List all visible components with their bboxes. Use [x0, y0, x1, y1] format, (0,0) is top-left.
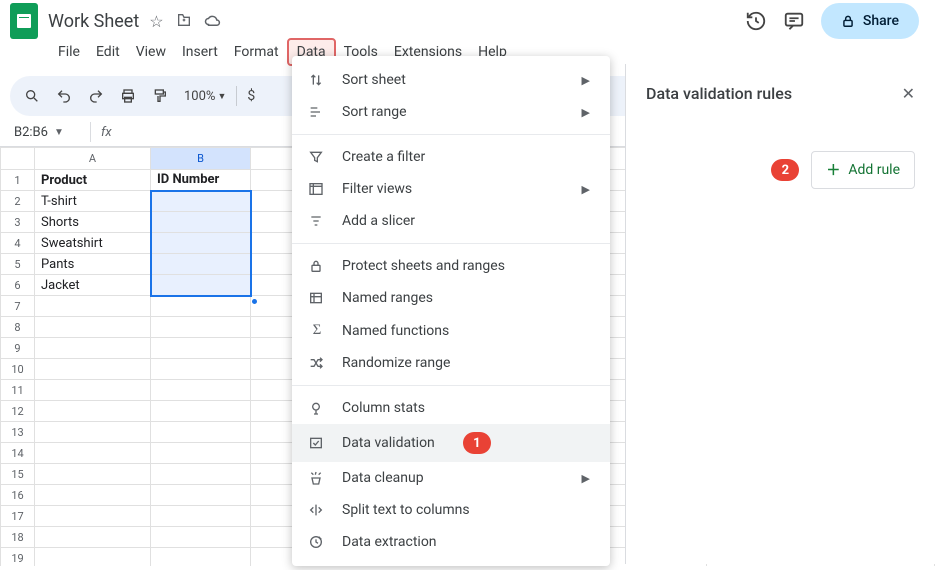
move-icon[interactable] [176, 12, 192, 31]
cell[interactable] [151, 254, 251, 275]
validation-icon [308, 435, 326, 451]
cell[interactable]: Jacket [35, 275, 151, 296]
undo-icon[interactable] [56, 88, 78, 104]
extraction-icon [308, 534, 326, 550]
stats-icon [308, 400, 326, 416]
named-ranges-icon [308, 290, 326, 306]
data-validation-panel: Data validation rules ✕ 2 ＋ Add rule [625, 64, 935, 564]
filter-views-icon [308, 181, 326, 197]
cell[interactable] [151, 191, 251, 212]
cell[interactable]: Sweatshirt [35, 233, 151, 254]
col-header-b[interactable]: B [151, 148, 251, 170]
row-header[interactable]: 2 [1, 191, 35, 212]
menu-named-ranges[interactable]: Named ranges [292, 282, 610, 314]
menu-add-slicer[interactable]: Add a slicer [292, 205, 610, 237]
split-icon [308, 502, 326, 518]
menu-file[interactable]: File [50, 40, 88, 64]
close-icon[interactable]: ✕ [902, 84, 915, 103]
print-icon[interactable] [120, 88, 142, 104]
cell[interactable] [151, 233, 251, 254]
history-icon[interactable] [745, 10, 767, 32]
cell[interactable] [151, 212, 251, 233]
menu-filter-views[interactable]: Filter views▶ [292, 173, 610, 205]
row-header[interactable]: 6 [1, 275, 35, 296]
star-icon[interactable]: ☆ [149, 12, 163, 31]
submenu-arrow-icon: ▶ [582, 183, 590, 196]
menu-sort-range[interactable]: Sort range▶ [292, 96, 610, 128]
cell[interactable]: T-shirt [35, 191, 151, 212]
menu-edit[interactable]: Edit [88, 40, 128, 64]
cell[interactable]: Product [35, 170, 151, 191]
protect-icon [308, 258, 326, 274]
cell[interactable]: Pants [35, 254, 151, 275]
callout-badge-2: 2 [771, 159, 799, 181]
cell[interactable]: Shorts [35, 212, 151, 233]
menu-randomize[interactable]: Randomize range [292, 347, 610, 379]
menu-data-cleanup[interactable]: Data cleanup▶ [292, 462, 610, 494]
filter-icon [308, 149, 326, 165]
redo-icon[interactable] [88, 88, 110, 104]
menu-format[interactable]: Format [226, 40, 287, 64]
doc-title[interactable]: Work Sheet [48, 11, 139, 32]
zoom-select[interactable]: 100% ▼ [184, 89, 226, 104]
row-header[interactable]: 1 [1, 170, 35, 191]
select-all-corner[interactable] [1, 148, 35, 170]
menu-split-text[interactable]: Split text to columns [292, 494, 610, 526]
name-box[interactable]: B2:B6▼ [10, 125, 80, 140]
menu-protect[interactable]: Protect sheets and ranges [292, 250, 610, 282]
row-header[interactable]: 3 [1, 212, 35, 233]
menu-view[interactable]: View [128, 40, 174, 64]
menu-data-extraction[interactable]: Data extraction [292, 526, 610, 558]
add-rule-label: Add rule [848, 162, 900, 178]
cell[interactable]: ID Number [151, 170, 251, 191]
sheets-logo[interactable] [10, 3, 38, 39]
lock-icon [841, 14, 855, 28]
submenu-arrow-icon: ▶ [582, 106, 590, 119]
menu-insert[interactable]: Insert [174, 40, 226, 64]
cell[interactable] [151, 275, 251, 296]
named-functions-icon: Σ [308, 322, 326, 339]
randomize-icon [308, 355, 326, 371]
sort-range-icon [308, 104, 326, 120]
sort-sheet-icon [308, 72, 326, 88]
plus-icon: ＋ [826, 160, 840, 180]
selection-handle[interactable] [251, 298, 258, 305]
fx-label: fx [101, 125, 112, 140]
paint-format-icon[interactable] [152, 88, 174, 104]
menu-column-stats[interactable]: Column stats [292, 392, 610, 424]
menu-create-filter[interactable]: Create a filter [292, 141, 610, 173]
menu-sort-sheet[interactable]: Sort sheet▶ [292, 64, 610, 96]
menu-named-functions[interactable]: Σ Named functions [292, 314, 610, 347]
col-header-a[interactable]: A [35, 148, 151, 170]
cloud-icon[interactable] [204, 12, 222, 31]
share-label: Share [863, 13, 899, 29]
currency-format-button[interactable]: $ [247, 88, 255, 104]
submenu-arrow-icon: ▶ [582, 472, 590, 485]
data-menu-dropdown: Sort sheet▶ Sort range▶ Create a filter … [292, 56, 610, 566]
row-header[interactable]: 4 [1, 233, 35, 254]
submenu-arrow-icon: ▶ [582, 74, 590, 87]
add-rule-button[interactable]: ＋ Add rule [811, 151, 915, 189]
menu-data-validation[interactable]: Data validation 1 [292, 424, 610, 462]
row-header[interactable]: 5 [1, 254, 35, 275]
panel-title: Data validation rules [646, 84, 792, 103]
slicer-icon [308, 213, 326, 229]
search-icon[interactable] [24, 88, 46, 104]
share-button[interactable]: Share [821, 3, 919, 39]
comment-icon[interactable] [783, 10, 805, 32]
cleanup-icon [308, 470, 326, 486]
callout-badge-1: 1 [463, 432, 491, 454]
